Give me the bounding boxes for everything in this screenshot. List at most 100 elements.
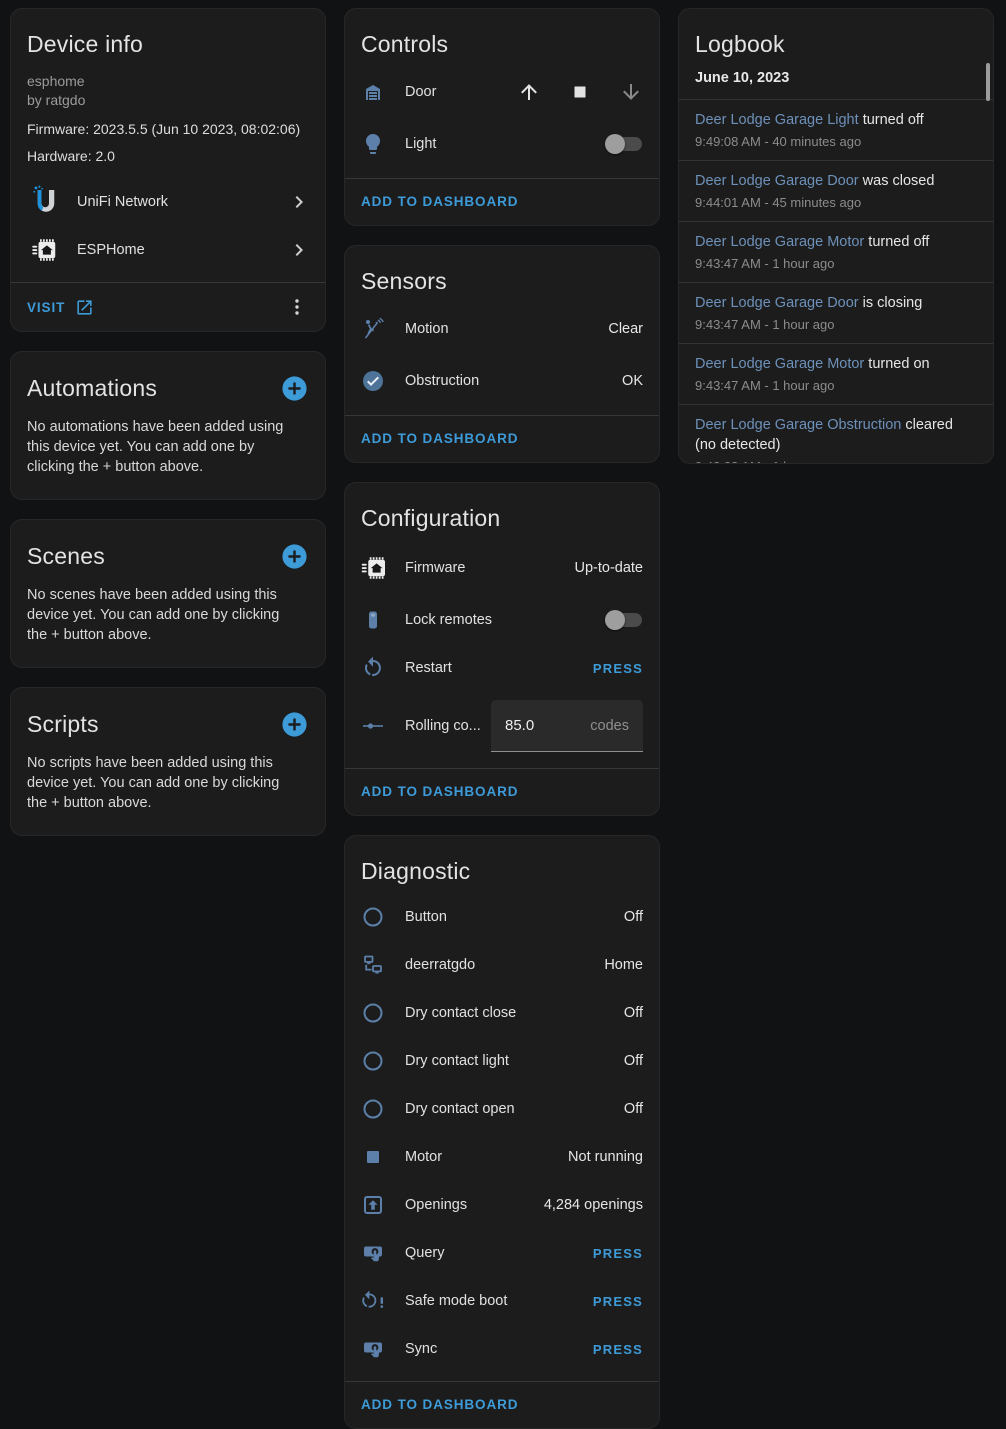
logbook-entry[interactable]: Deer Lodge Garage Motor turned off 9:43:… xyxy=(679,222,993,283)
entry-action: turned off xyxy=(868,234,930,250)
cover-stop-button[interactable] xyxy=(568,80,592,104)
add-to-dashboard-link[interactable]: ADD TO DASHBOARD xyxy=(345,768,659,815)
lock-remotes-row[interactable]: Lock remotes xyxy=(345,596,659,644)
lightbulb-icon xyxy=(361,132,385,156)
row-label: Dry contact close xyxy=(405,1005,517,1021)
row-value: 4,284 openings xyxy=(543,1197,643,1213)
entry-action: turned on xyxy=(868,356,930,372)
firmware-value: Up-to-date xyxy=(574,560,643,576)
light-toggle[interactable] xyxy=(605,134,643,154)
motion-label: Motion xyxy=(405,321,449,337)
check-circle-icon xyxy=(361,369,385,393)
query-row[interactable]: Query PRESS xyxy=(345,1229,659,1277)
configuration-title: Configuration xyxy=(361,505,501,531)
scripts-title: Scripts xyxy=(27,711,99,737)
rolling-code-label: Rolling co... xyxy=(405,718,481,734)
light-control-row[interactable]: Light xyxy=(345,118,659,170)
unifi-logo-icon xyxy=(25,181,67,223)
deerratgdo-row[interactable]: deerratgdo Home xyxy=(345,941,659,989)
entity-link[interactable]: Deer Lodge Garage Light xyxy=(695,112,859,128)
device-info-title: Device info xyxy=(27,31,143,57)
esphome-chip-icon xyxy=(361,556,391,580)
entry-action: turned off xyxy=(862,112,924,128)
scenes-card: Scenes No scenes have been added using t… xyxy=(10,519,326,668)
logbook-entry[interactable]: Deer Lodge Garage Door is closing 9:43:4… xyxy=(679,283,993,344)
door-control-row[interactable]: Door xyxy=(345,66,659,118)
obstruction-sensor-row[interactable]: Obstruction OK xyxy=(345,355,659,407)
entry-time: 9:43:47 AM - 1 hour ago xyxy=(695,378,835,393)
button-row[interactable]: Button Off xyxy=(345,893,659,941)
visit-button[interactable]: VISIT xyxy=(27,298,94,317)
rolling-code-input[interactable]: 85.0 codes xyxy=(491,700,643,752)
motion-sensor-row[interactable]: Motion Clear xyxy=(345,303,659,355)
entry-time: 9:49:08 AM - 40 minutes ago xyxy=(695,134,862,149)
entry-time: 9:43:28 AM - 1 hour ago xyxy=(695,459,977,463)
visit-label: VISIT xyxy=(27,299,66,315)
dry-contact-close-row[interactable]: Dry contact close Off xyxy=(345,989,659,1037)
entity-link[interactable]: Deer Lodge Garage Door xyxy=(695,295,859,311)
chevron-right-icon xyxy=(287,238,311,262)
sync-press-button[interactable]: PRESS xyxy=(593,1342,643,1357)
gesture-tap-icon xyxy=(361,1337,385,1361)
motor-row[interactable]: Motor Not running xyxy=(345,1133,659,1181)
row-value: Off xyxy=(623,1053,643,1069)
logbook-date-header: June 10, 2023 xyxy=(695,70,790,86)
logbook-entry[interactable]: Deer Lodge Garage Door was closed 9:44:0… xyxy=(679,161,993,222)
logbook-entries: Deer Lodge Garage Light turned off 9:49:… xyxy=(679,99,993,463)
lan-icon xyxy=(361,953,385,977)
row-value: Off xyxy=(623,1101,643,1117)
integration-label: ESPHome xyxy=(77,242,145,258)
entity-link[interactable]: Deer Lodge Garage Door xyxy=(695,173,859,189)
rolling-code-value: 85.0 xyxy=(505,717,535,734)
row-label: Button xyxy=(405,909,447,925)
cover-open-button[interactable] xyxy=(517,80,541,104)
device-model: esphome xyxy=(27,73,85,89)
lock-remotes-label: Lock remotes xyxy=(405,612,493,628)
automations-card: Automations No automations have been add… xyxy=(10,351,326,500)
overflow-menu-icon[interactable] xyxy=(285,295,309,319)
row-label: Query xyxy=(405,1245,445,1261)
motion-value: Clear xyxy=(608,321,643,337)
add-to-dashboard-link[interactable]: ADD TO DASHBOARD xyxy=(345,178,659,225)
logbook-entry[interactable]: Deer Lodge Garage Motor turned on 9:43:4… xyxy=(679,344,993,405)
integration-row-esphome[interactable]: ESPHome xyxy=(11,226,325,274)
circle-outline-icon xyxy=(361,905,385,929)
add-automation-button[interactable] xyxy=(280,374,309,403)
obstruction-label: Obstruction xyxy=(405,373,480,389)
add-script-button[interactable] xyxy=(280,710,309,739)
cover-close-button[interactable] xyxy=(619,80,643,104)
safe-mode-boot-press-button[interactable]: PRESS xyxy=(593,1294,643,1309)
safe-mode-boot-row[interactable]: Safe mode boot PRESS xyxy=(345,1277,659,1325)
logbook-card: Logbook June 10, 2023 Deer Lodge Garage … xyxy=(678,8,994,464)
logbook-scrollbar[interactable] xyxy=(986,63,990,101)
sync-row[interactable]: Sync PRESS xyxy=(345,1325,659,1373)
entry-time: 9:43:47 AM - 1 hour ago xyxy=(695,317,835,332)
restart-row[interactable]: Restart PRESS xyxy=(345,644,659,692)
row-label: Openings xyxy=(405,1197,468,1213)
entity-link[interactable]: Deer Lodge Garage Obstruction xyxy=(695,417,901,433)
logbook-entry[interactable]: Deer Lodge Garage Obstruction cleared (n… xyxy=(679,405,993,463)
restart-label: Restart xyxy=(405,660,452,676)
entity-link[interactable]: Deer Lodge Garage Motor xyxy=(695,356,864,372)
lock-remotes-toggle[interactable] xyxy=(605,610,643,630)
firmware-row[interactable]: Firmware Up-to-date xyxy=(345,540,659,596)
right-column: Logbook June 10, 2023 Deer Lodge Garage … xyxy=(678,8,994,464)
logbook-entry[interactable]: Deer Lodge Garage Light turned off 9:49:… xyxy=(679,100,993,161)
door-label: Door xyxy=(405,84,437,100)
query-press-button[interactable]: PRESS xyxy=(593,1246,643,1261)
add-to-dashboard-link[interactable]: ADD TO DASHBOARD xyxy=(345,415,659,462)
automations-title: Automations xyxy=(27,375,158,401)
ray-vertex-icon xyxy=(361,714,385,738)
row-label: deerratgdo xyxy=(405,957,476,973)
dry-contact-light-row[interactable]: Dry contact light Off xyxy=(345,1037,659,1085)
add-to-dashboard-link[interactable]: ADD TO DASHBOARD xyxy=(345,1381,659,1428)
device-hardware: Hardware: 2.0 xyxy=(27,148,115,164)
openings-row[interactable]: Openings 4,284 openings xyxy=(345,1181,659,1229)
integration-row-unifi[interactable]: UniFi Network xyxy=(11,178,325,226)
motion-sensor-icon xyxy=(361,317,385,341)
scenes-title: Scenes xyxy=(27,543,105,569)
restart-press-button[interactable]: PRESS xyxy=(593,661,643,676)
add-scene-button[interactable] xyxy=(280,542,309,571)
dry-contact-open-row[interactable]: Dry contact open Off xyxy=(345,1085,659,1133)
entity-link[interactable]: Deer Lodge Garage Motor xyxy=(695,234,864,250)
